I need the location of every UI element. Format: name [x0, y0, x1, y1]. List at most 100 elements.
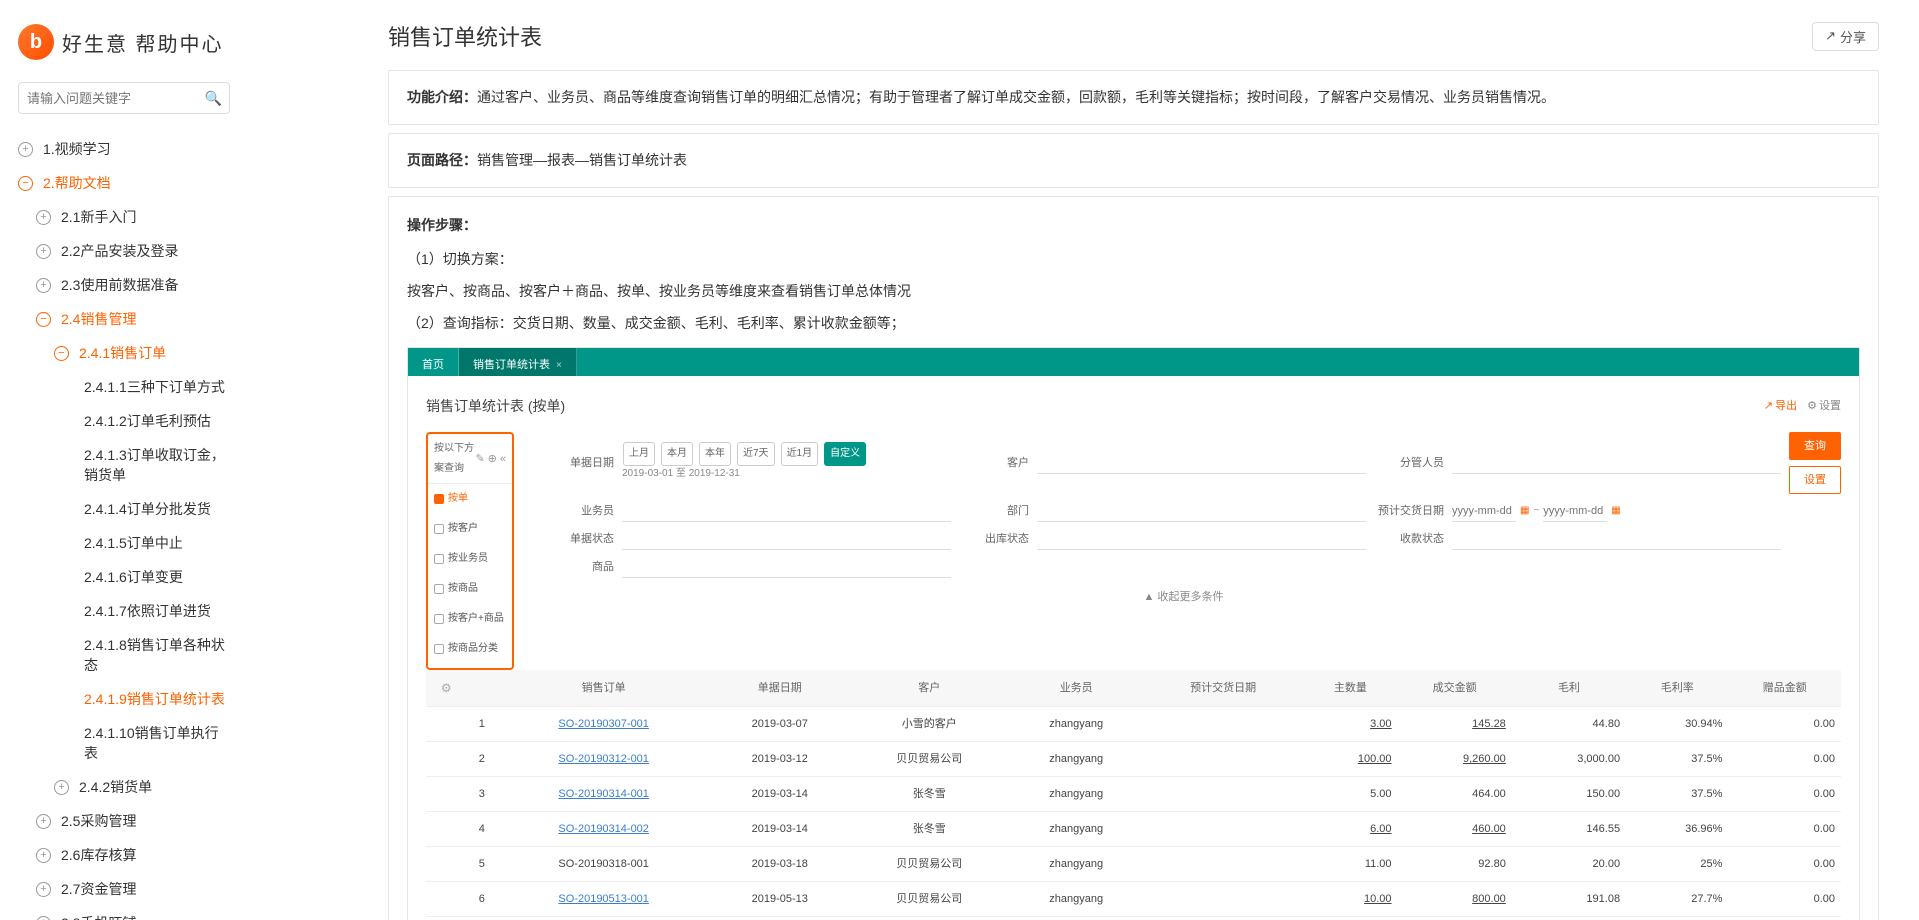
nav-item[interactable]: +2.8手机旺铺: [0, 906, 248, 920]
recv-input[interactable]: [1452, 528, 1781, 550]
sales-input[interactable]: [622, 500, 951, 522]
expand-icon[interactable]: +: [36, 848, 51, 863]
nav-item[interactable]: 2.4.1.9销售订单统计表: [0, 682, 248, 716]
gear-icon[interactable]: ⚙: [441, 681, 452, 695]
export-button[interactable]: ↗ 导出: [1764, 392, 1797, 420]
close-icon[interactable]: ×: [556, 360, 562, 371]
quick-date-pill[interactable]: 本年: [699, 442, 731, 466]
scheme-item[interactable]: 按单: [428, 484, 512, 514]
nav-item[interactable]: −2.帮助文档: [0, 166, 248, 200]
setting-button[interactable]: ⚙ 设置: [1807, 392, 1841, 420]
nav-item[interactable]: +2.5采购管理: [0, 804, 248, 838]
nav-item[interactable]: +2.4.2销货单: [0, 770, 248, 804]
nav-item[interactable]: 2.4.1.8销售订单各种状态: [0, 628, 248, 682]
expand-icon[interactable]: +: [54, 780, 69, 795]
calendar-icon[interactable]: ▦: [1611, 501, 1620, 521]
so-link[interactable]: SO-20190314-002: [558, 823, 649, 835]
nav-item[interactable]: +2.3使用前数据准备: [0, 268, 248, 302]
nav-item[interactable]: 2.4.1.1三种下订单方式: [0, 370, 248, 404]
so-link[interactable]: SO-20190314-001: [558, 788, 649, 800]
scheme-item[interactable]: 按业务员: [428, 544, 512, 574]
column-header: 销售订单: [497, 670, 710, 707]
step1-body: 按客户、按商品、按客户＋商品、按单、按业务员等维度来查看销售订单总体情况: [407, 277, 1860, 305]
product-input[interactable]: [622, 556, 951, 578]
dept-input[interactable]: [1037, 500, 1366, 522]
nav-label: 2.4.1.3订单收取订金，销货单: [84, 445, 230, 485]
collapse-icon[interactable]: −: [54, 346, 69, 361]
nav-item[interactable]: 2.4.1.3订单收取订金，销货单: [0, 438, 248, 492]
quick-date-pill[interactable]: 上月: [623, 442, 655, 466]
expdate-from[interactable]: [1452, 500, 1516, 522]
share-label: 分享: [1840, 27, 1866, 46]
nav-item[interactable]: 2.4.1.10销售订单执行表: [0, 716, 248, 770]
lbl-out: 出库状态: [959, 528, 1029, 550]
nav-item[interactable]: 2.4.1.7依照订单进货: [0, 594, 248, 628]
expand-icon[interactable]: +: [36, 814, 51, 829]
lbl-customer: 客户: [959, 452, 1029, 474]
leader-input[interactable]: [1452, 452, 1781, 474]
expand-icon[interactable]: +: [36, 278, 51, 293]
lbl-sales: 业务员: [526, 500, 614, 522]
expand-icon[interactable]: +: [36, 916, 51, 920]
query-button[interactable]: 查询: [1789, 432, 1841, 460]
so-link[interactable]: SO-20190312-001: [558, 753, 649, 765]
lbl-date: 单据日期: [526, 452, 614, 474]
share-button[interactable]: ↗ 分享: [1812, 22, 1879, 51]
collapse-icon[interactable]: −: [18, 176, 33, 191]
nav-item[interactable]: 2.4.1.2订单毛利预估: [0, 404, 248, 438]
nav-label: 2.4.1销售订单: [79, 343, 166, 363]
column-header: 客户: [849, 670, 1009, 707]
scheme-item[interactable]: 按商品分类: [428, 634, 512, 664]
so-link[interactable]: SO-20190513-001: [558, 893, 649, 905]
expand-icon[interactable]: +: [36, 210, 51, 225]
add-icon[interactable]: ⊕: [488, 448, 497, 470]
customer-input[interactable]: [1037, 452, 1366, 474]
steps-card: 操作步骤： （1）切换方案： 按客户、按商品、按客户＋商品、按单、按业务员等维度…: [388, 196, 1879, 920]
quick-date-pill[interactable]: 近7天: [737, 442, 775, 466]
collapse-icon[interactable]: −: [36, 312, 51, 327]
nav-item[interactable]: −2.4.1销售订单: [0, 336, 248, 370]
edit-icon[interactable]: ✎: [475, 448, 484, 470]
scheme-item[interactable]: 按客户: [428, 514, 512, 544]
set-button[interactable]: 设置: [1789, 466, 1841, 494]
expand-icon[interactable]: +: [36, 882, 51, 897]
column-header: 主数量: [1303, 670, 1397, 707]
table-row: 4SO-20190314-0022019-03-14张冬雪zhangyang6.…: [426, 812, 1841, 847]
table-row: 1SO-20190307-0012019-03-07小雪的客户zhangyang…: [426, 707, 1841, 742]
tab-home[interactable]: 首页: [408, 348, 459, 376]
scheme-item[interactable]: 按商品: [428, 574, 512, 604]
so-link[interactable]: SO-20190307-001: [558, 718, 649, 730]
scheme-item[interactable]: 按客户+商品: [428, 604, 512, 634]
out-input[interactable]: [1037, 528, 1366, 550]
tab-report[interactable]: 销售订单统计表×: [459, 348, 577, 376]
nav-item[interactable]: +2.2产品安装及登录: [0, 234, 248, 268]
nav-item[interactable]: 2.4.1.6订单变更: [0, 560, 248, 594]
path-body: 销售管理—报表—销售订单统计表: [477, 152, 687, 168]
nav-item[interactable]: 2.4.1.5订单中止: [0, 526, 248, 560]
lbl-product: 商品: [526, 556, 614, 578]
collapse-icon[interactable]: «: [500, 448, 506, 470]
nav-label: 2.4.2销货单: [79, 777, 152, 797]
collapse-toggle[interactable]: ▲ 收起更多条件: [526, 578, 1841, 616]
steps-prompt: 操作步骤：: [407, 211, 1860, 239]
nav-item[interactable]: 2.4.1.4订单分批发货: [0, 492, 248, 526]
nav-item[interactable]: −2.4销售管理: [0, 302, 248, 336]
nav-label: 2.帮助文档: [43, 173, 111, 193]
column-header: 预计交货日期: [1143, 670, 1303, 707]
table-row: 6SO-20190513-0012019-05-13贝贝贸易公司zhangyan…: [426, 882, 1841, 917]
quick-date-pill[interactable]: 自定义: [824, 442, 866, 466]
nav-label: 2.4.1.5订单中止: [84, 533, 183, 553]
expand-icon[interactable]: +: [36, 244, 51, 259]
nav-item[interactable]: +2.1新手入门: [0, 200, 248, 234]
expdate-to[interactable]: [1543, 500, 1607, 522]
nav-item[interactable]: +1.视频学习: [0, 132, 248, 166]
search-input[interactable]: [18, 82, 230, 114]
nav-item[interactable]: +2.6库存核算: [0, 838, 248, 872]
expand-icon[interactable]: +: [18, 142, 33, 157]
status-input[interactable]: [622, 528, 951, 550]
quick-date-pill[interactable]: 本月: [661, 442, 693, 466]
calendar-icon[interactable]: ▦: [1520, 501, 1529, 521]
nav-item[interactable]: +2.7资金管理: [0, 872, 248, 906]
search-icon[interactable]: 🔍: [205, 90, 222, 107]
quick-date-pill[interactable]: 近1月: [781, 442, 819, 466]
